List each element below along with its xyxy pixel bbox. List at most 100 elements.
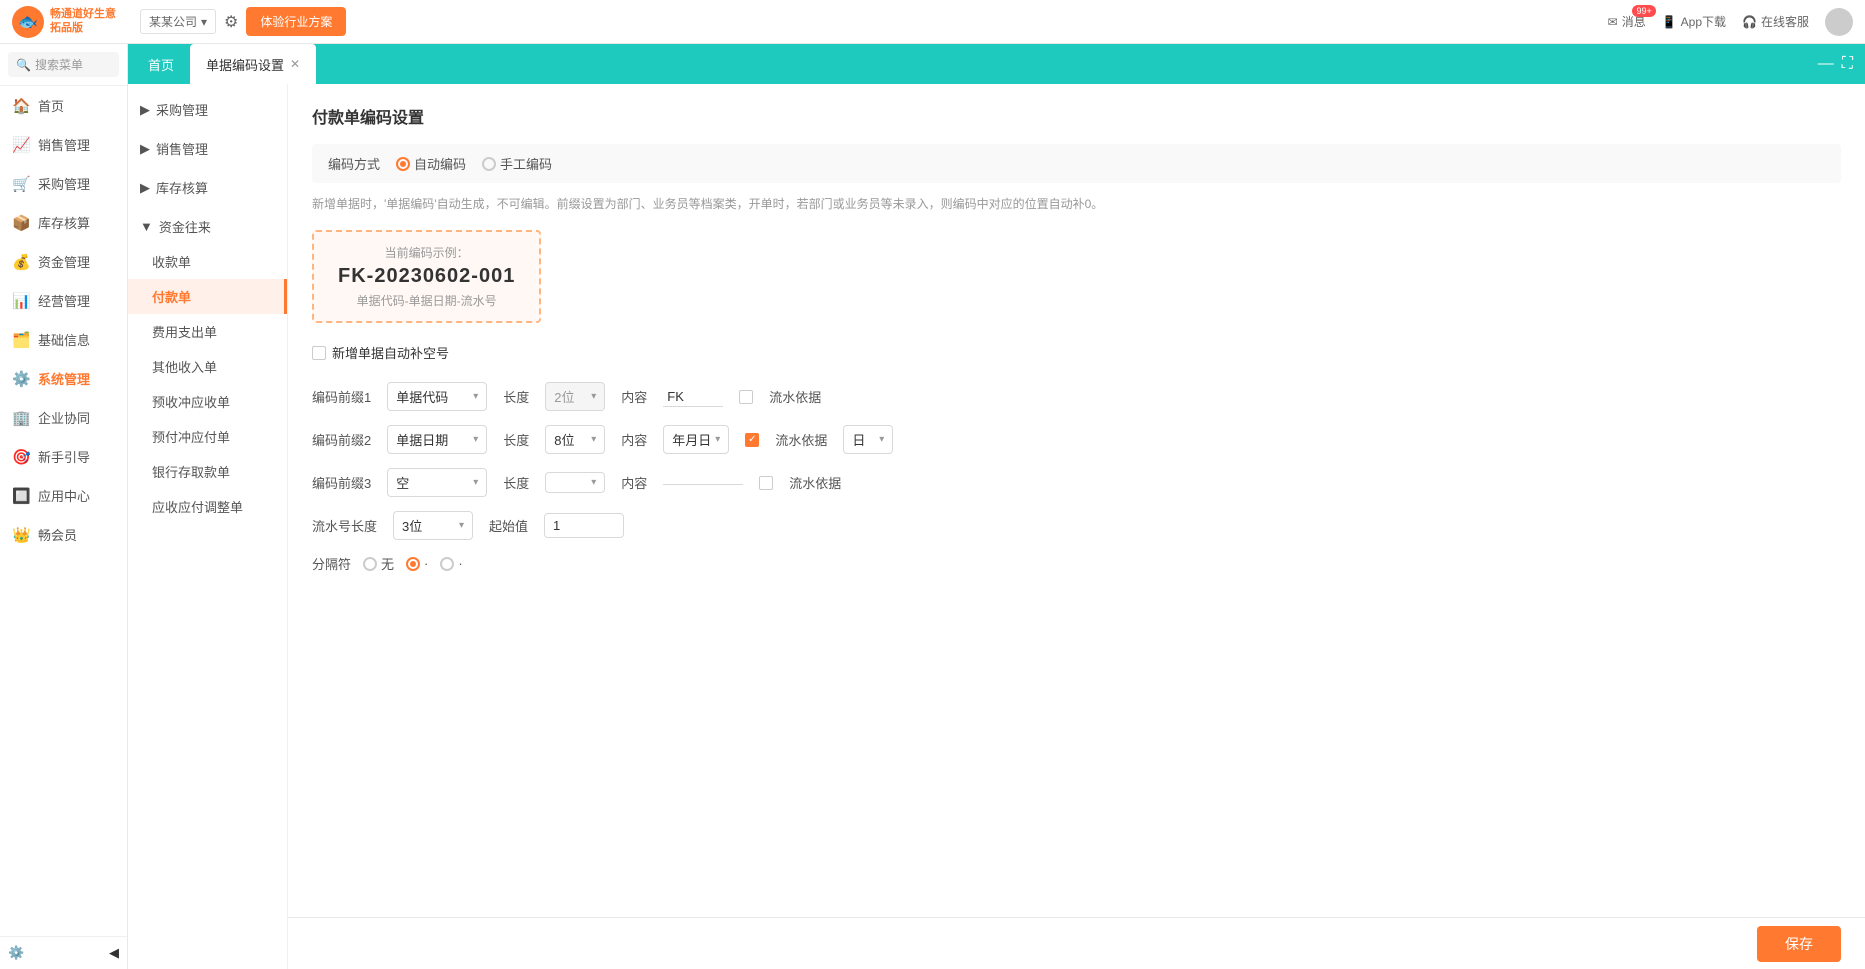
trial-button[interactable]: 体验行业方案 <box>246 7 346 36</box>
sidebar-item-operation[interactable]: 📊 经营管理 <box>0 281 127 320</box>
prefix3-length-arrow: ▾ <box>591 477 596 488</box>
sidebar-item-sales[interactable]: 📈 销售管理 <box>0 125 127 164</box>
sidebar-item-system[interactable]: ⚙️ 系统管理 <box>0 359 127 398</box>
sub-nav-group-sales: ▶ 销售管理 <box>128 131 287 166</box>
prefix3-content-value <box>663 480 743 485</box>
chevron-right-icon: ▶ <box>140 102 150 118</box>
radio-sep-dash[interactable]: · <box>406 556 428 571</box>
sub-nav-group-funds: ▼ 资金往来 收款单 付款单 费用支出单 其他收入单 预收冲应收单 预付冲应付单… <box>128 209 287 524</box>
sidebar-item-inventory[interactable]: 📦 库存核算 <box>0 203 127 242</box>
prefix1-length-label: 长度 <box>503 387 529 406</box>
serial-length-select[interactable]: 3位 ▾ <box>393 511 473 540</box>
collapse-icon[interactable]: ◀ <box>109 945 119 961</box>
prefix3-row: 编码前缀3 空 ▾ 长度 ▾ 内容 流水依据 <box>312 468 1841 497</box>
message-area[interactable]: ✉ 消息 99+ <box>1608 13 1646 30</box>
auto-fill-checkbox[interactable] <box>312 346 326 360</box>
preview-label: 当前编码示例： <box>338 244 515 261</box>
prefix3-serial-checkbox[interactable] <box>759 476 773 490</box>
prefix3-length-select[interactable]: ▾ <box>545 472 605 493</box>
enterprise-icon: 🏢 <box>12 409 30 427</box>
logo-icon: 🐟 <box>12 6 44 38</box>
maximize-icon[interactable]: ⛶ <box>1842 55 1853 73</box>
encoding-method-label: 编码方式 <box>328 154 380 173</box>
user-avatar[interactable] <box>1825 8 1853 36</box>
tab-serial-setting[interactable]: 单据编码设置 ✕ <box>190 44 316 84</box>
guide-icon: 🎯 <box>12 448 30 466</box>
form-wrapper: 付款单编码设置 编码方式 自动编码 手工编码 <box>288 84 1865 969</box>
top-bar-middle: 某某公司 ▾ ⚙ 体验行业方案 <box>140 7 1600 36</box>
purchase-icon: 🛒 <box>12 175 30 193</box>
sub-nav-item-receipt[interactable]: 收款单 <box>128 244 287 279</box>
tab-bar: 首页 单据编码设置 ✕ — ⛶ <box>128 44 1865 84</box>
logo-text: 畅通道好生意 拓品版 <box>50 8 116 34</box>
prefix1-row: 编码前缀1 单据代码 ▾ 长度 2位 ▾ 内容 FK 流水依据 <box>312 382 1841 411</box>
prefix3-label: 编码前缀3 <box>312 473 371 492</box>
app-download-area[interactable]: 📱 App下载 <box>1662 13 1726 30</box>
sub-nav-group-sales-header[interactable]: ▶ 销售管理 <box>128 131 287 166</box>
prefix2-select[interactable]: 单据日期 ▾ <box>387 425 487 454</box>
home-icon: 🏠 <box>12 97 30 115</box>
tab-home[interactable]: 首页 <box>132 44 190 84</box>
prefix2-select-arrow: ▾ <box>473 434 478 445</box>
sidebar-item-finance[interactable]: 💰 资金管理 <box>0 242 127 281</box>
start-value-input[interactable] <box>544 513 624 538</box>
sidebar-item-home[interactable]: 🏠 首页 <box>0 86 127 125</box>
preview-desc: 单据代码-单据日期-流水号 <box>338 292 515 309</box>
radio-manual-encode[interactable]: 手工编码 <box>482 154 552 173</box>
prefix2-period-select[interactable]: 日 ▾ <box>843 425 893 454</box>
sidebar-item-enterprise[interactable]: 🏢 企业协同 <box>0 398 127 437</box>
radio-sep-none[interactable]: 无 <box>363 554 394 573</box>
prefix3-select[interactable]: 空 ▾ <box>387 468 487 497</box>
minimize-icon[interactable]: — <box>1818 55 1834 73</box>
sub-nav-item-expense[interactable]: 费用支出单 <box>128 314 287 349</box>
sub-nav-group-purchase-header[interactable]: ▶ 采购管理 <box>128 92 287 127</box>
sidebar-item-guide[interactable]: 🎯 新手引导 <box>0 437 127 476</box>
search-icon: 🔍 <box>16 58 31 72</box>
basic-icon: 🗂️ <box>12 331 30 349</box>
form-content: 付款单编码设置 编码方式 自动编码 手工编码 <box>288 84 1865 917</box>
tab-close-icon[interactable]: ✕ <box>290 57 300 71</box>
preview-box: 当前编码示例： FK-20230602-001 单据代码-单据日期-流水号 <box>312 230 541 323</box>
sub-nav-item-advance-payable[interactable]: 预付冲应付单 <box>128 419 287 454</box>
radio-dot-manual <box>482 157 496 171</box>
separator-label: 分隔符 <box>312 554 351 573</box>
prefix3-content-label: 内容 <box>621 473 647 492</box>
top-bar: 🐟 畅通道好生意 拓品版 某某公司 ▾ ⚙ 体验行业方案 ✉ 消息 99+ 📱 … <box>0 0 1865 44</box>
bottom-settings-icon[interactable]: ⚙️ <box>8 945 24 961</box>
chevron-right-icon3: ▶ <box>140 180 150 196</box>
radio-dot-sep-dash <box>406 557 420 571</box>
prefix1-content-value: FK <box>663 387 723 407</box>
sub-nav-item-bank-deposit[interactable]: 银行存取款单 <box>128 454 287 489</box>
sidebar-item-appstore[interactable]: 🔲 应用中心 <box>0 476 127 515</box>
radio-auto-encode[interactable]: 自动编码 <box>396 154 466 173</box>
prefix2-content-arrow: ▾ <box>715 434 720 445</box>
prefix2-serial-label: 流水依据 <box>775 430 827 449</box>
sidebar-item-purchase[interactable]: 🛒 采购管理 <box>0 164 127 203</box>
radio-group-encoding: 自动编码 手工编码 <box>396 154 552 173</box>
finance-icon: 💰 <box>12 253 30 271</box>
radio-sep-dot[interactable]: · <box>440 556 462 571</box>
serial-length-row: 流水号长度 3位 ▾ 起始值 <box>312 511 1841 540</box>
sidebar-item-basic[interactable]: 🗂️ 基础信息 <box>0 320 127 359</box>
sub-nav-group-inventory-header[interactable]: ▶ 库存核算 <box>128 170 287 205</box>
sub-nav-item-other-income[interactable]: 其他收入单 <box>128 349 287 384</box>
sub-nav-item-ap-adjust[interactable]: 应收应付调整单 <box>128 489 287 524</box>
save-button[interactable]: 保存 <box>1757 926 1841 962</box>
headset-icon: 🎧 <box>1742 15 1757 29</box>
prefix2-length-select[interactable]: 8位 ▾ <box>545 425 605 454</box>
online-service-area[interactable]: 🎧 在线客服 <box>1742 13 1809 30</box>
message-icon: ✉ <box>1608 15 1618 29</box>
sub-nav-item-advance-receivable[interactable]: 预收冲应收单 <box>128 384 287 419</box>
prefix2-serial-checkbox[interactable]: ✓ <box>745 433 759 447</box>
company-selector[interactable]: 某某公司 ▾ <box>140 9 216 34</box>
settings-icon[interactable]: ⚙ <box>224 12 238 32</box>
prefix3-select-arrow: ▾ <box>473 477 478 488</box>
prefix2-content-select[interactable]: 年月日 ▾ <box>663 425 729 454</box>
prefix1-serial-checkbox[interactable] <box>739 390 753 404</box>
prefix1-select[interactable]: 单据代码 ▾ <box>387 382 487 411</box>
prefix2-length-arrow: ▾ <box>591 434 596 445</box>
sidebar-search[interactable]: 🔍 搜索菜单 <box>8 52 119 77</box>
sub-nav-group-funds-header[interactable]: ▼ 资金往来 <box>128 209 287 244</box>
sidebar-item-member[interactable]: 👑 畅会员 <box>0 515 127 554</box>
sub-nav-item-payment[interactable]: 付款单 <box>128 279 287 314</box>
